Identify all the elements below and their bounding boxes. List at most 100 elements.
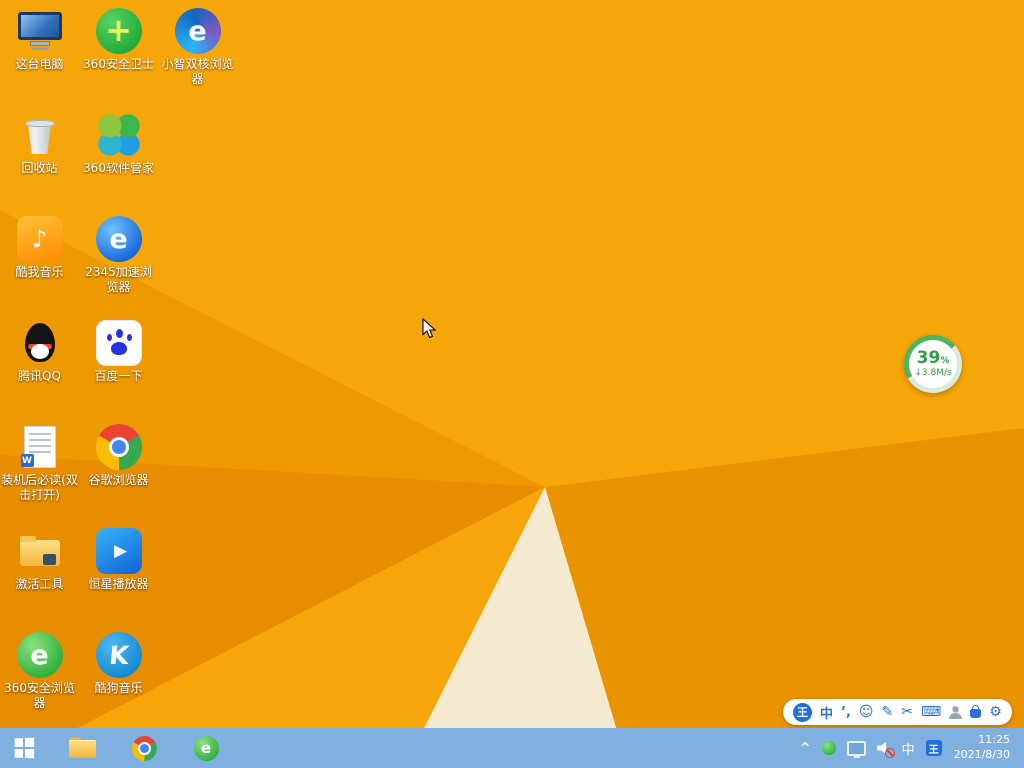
desktop-icon-recycle-bin[interactable]: 回收站 bbox=[0, 110, 79, 214]
desktop-icon-xiaozhi-browser[interactable]: e 小智双核浏览器 bbox=[158, 6, 237, 110]
taskbar-app-icon bbox=[68, 737, 96, 759]
desktop-root: 这台电脑 回收站 ♪ 酷我音乐 腾讯QQ W 装机后必读(双击打开) 激活工具 … bbox=[0, 0, 1024, 768]
desktop-icon-kuwo-music[interactable]: ♪ 酷我音乐 bbox=[0, 214, 79, 318]
ime-settings-icon[interactable]: ⚙ bbox=[989, 704, 1002, 720]
tray-hidden-icons-arrow[interactable]: ^ bbox=[800, 741, 811, 756]
desktop-icon-art bbox=[17, 112, 63, 158]
desktop-icon-glyph: ♪ bbox=[31, 225, 48, 253]
desktop-icon-art bbox=[17, 320, 63, 366]
desktop-icon-360-safeguard[interactable]: + 360安全卫士 bbox=[79, 6, 158, 110]
desktop-icon-label: 恒星播放器 bbox=[88, 577, 149, 591]
tray-display-icon[interactable] bbox=[846, 740, 866, 758]
desktop-icon-art bbox=[95, 112, 142, 158]
ime-punctuation[interactable]: ’, bbox=[841, 705, 851, 720]
tray-ime-chinese-mode[interactable]: 中 bbox=[902, 739, 915, 758]
tray-icon-glyph: ^ bbox=[799, 740, 811, 756]
tray-ime-logo[interactable]: 王 bbox=[925, 740, 942, 756]
desktop-icon-label: 360软件管家 bbox=[83, 161, 154, 175]
tray-icon-glyph: 中 bbox=[901, 742, 915, 758]
ime-user-icon[interactable] bbox=[949, 705, 963, 719]
start-button[interactable] bbox=[0, 728, 48, 768]
desktop-icon-glyph bbox=[96, 320, 142, 366]
ime-logo[interactable]: 王 bbox=[793, 702, 812, 722]
ime-mode-chinese[interactable]: 中 bbox=[820, 703, 833, 722]
desktop-icon-art: ▶ bbox=[95, 528, 142, 574]
ime-skin-icon[interactable] bbox=[970, 705, 982, 718]
desktop-icon-360-software-manager[interactable]: 360软件管家 bbox=[79, 110, 158, 214]
desktop-icon-setup-readme[interactable]: W 装机后必读(双击打开) bbox=[0, 422, 79, 526]
taskbar-tray-area: ^ 中 王 11:25 2021/8/30 bbox=[800, 733, 1024, 763]
desktop-icon-kugou-music[interactable]: K 酷狗音乐 bbox=[79, 630, 158, 734]
desktop-icon-glyph: ▶ bbox=[113, 541, 128, 561]
ime-item-glyph: ⚙ bbox=[989, 704, 1002, 720]
desktop-icon-art: e bbox=[95, 216, 142, 262]
desktop-icon-label: 酷狗音乐 bbox=[94, 681, 143, 695]
taskbar-app-glyph: e bbox=[200, 739, 212, 757]
mouse-cursor-icon bbox=[422, 318, 437, 339]
desktop-icon-art bbox=[17, 528, 63, 574]
taskbar-360-secure-browser[interactable]: e bbox=[186, 728, 226, 768]
desktop-icon-2345-browser[interactable]: e 2345加速浏览器 bbox=[79, 214, 158, 318]
desktop-icon-label: 百度一下 bbox=[94, 369, 143, 383]
desktop-icon-activation-tool[interactable]: 激活工具 bbox=[0, 526, 79, 630]
ime-item-glyph: ⌨ bbox=[920, 704, 942, 720]
taskbar-pinned-apps: e bbox=[62, 728, 226, 768]
desktop-icon-hengxing-player[interactable]: ▶ 恒星播放器 bbox=[79, 526, 158, 630]
desktop-icon-art bbox=[95, 320, 142, 366]
desktop-icon-glyph: e bbox=[109, 223, 128, 255]
desktop-icon-art: e bbox=[174, 8, 221, 54]
desktop-icon-glyph bbox=[42, 554, 56, 565]
desktop-icon-baidu-search[interactable]: 百度一下 bbox=[79, 318, 158, 422]
desktop-icon-glyph: e bbox=[30, 639, 49, 671]
ime-handwriting-icon[interactable]: ✎ bbox=[882, 704, 894, 720]
desktop-icon-glyph: + bbox=[105, 10, 132, 49]
desktop-icon-art bbox=[17, 8, 63, 54]
clock-time: 11:25 bbox=[978, 733, 1010, 747]
tray-360-icon[interactable] bbox=[821, 741, 836, 755]
progress-percent: 39% bbox=[917, 350, 950, 367]
desktop-icon-label: 酷我音乐 bbox=[15, 265, 64, 279]
taskbar: e ^ 中 王 11:25 2021/8/30 bbox=[0, 728, 1024, 768]
clock-date: 2021/8/30 bbox=[953, 748, 1010, 761]
desktop-icon-art bbox=[95, 424, 142, 470]
download-progress-ball[interactable]: 39% ↓3.8M/s bbox=[904, 335, 962, 393]
desktop-icon-glyph bbox=[27, 344, 52, 349]
desktop-icon-label: 腾讯QQ bbox=[18, 369, 61, 383]
desktop-icon-glyph: W bbox=[20, 454, 34, 467]
desktop-icon-label: 回收站 bbox=[21, 161, 58, 175]
desktop-icon-glyph: e bbox=[188, 15, 207, 47]
desktop-icon-google-chrome[interactable]: 谷歌浏览器 bbox=[79, 422, 158, 526]
desktop-icon-art: + bbox=[95, 8, 142, 54]
desktop-icon-glyph bbox=[96, 424, 142, 470]
desktop-icon-art: W bbox=[17, 424, 63, 470]
ime-item-glyph: ’, bbox=[841, 704, 851, 720]
progress-percent-value: 39 bbox=[916, 348, 941, 368]
progress-percent-sign: % bbox=[940, 356, 950, 366]
desktop-icon-glyph bbox=[17, 8, 63, 54]
taskbar-clock[interactable]: 11:25 2021/8/30 bbox=[954, 733, 1014, 763]
ime-item-glyph: 王 bbox=[797, 706, 808, 719]
desktop-icon-tencent-qq[interactable]: 腾讯QQ bbox=[0, 318, 79, 422]
desktop-icon-label: 小智双核浏览器 bbox=[161, 57, 234, 86]
ime-item-glyph: 中 bbox=[820, 706, 834, 722]
desktop-icon-label: 谷歌浏览器 bbox=[88, 473, 149, 487]
tray-volume-muted-icon[interactable] bbox=[877, 742, 895, 758]
ime-clipboard-icon[interactable]: ✂ bbox=[901, 704, 913, 720]
desktop-icon-label: 激活工具 bbox=[15, 577, 64, 591]
taskbar-google-chrome[interactable] bbox=[124, 728, 164, 768]
desktop-icon-this-pc[interactable]: 这台电脑 bbox=[0, 6, 79, 110]
desktop-icon-art: e bbox=[16, 632, 63, 678]
ime-item-glyph: ✎ bbox=[881, 704, 894, 720]
desktop-icon-label: 360安全浏览器 bbox=[4, 681, 75, 710]
desktop-icon-label: 360安全卫士 bbox=[83, 57, 154, 71]
taskbar-file-explorer[interactable] bbox=[62, 728, 102, 768]
tray-icon-glyph: 王 bbox=[928, 744, 939, 756]
taskbar-app-icon: e bbox=[193, 735, 219, 761]
desktop-icon-art: ♪ bbox=[16, 216, 63, 262]
download-speed-text: ↓3.8M/s bbox=[914, 368, 952, 378]
ime-emoji-icon[interactable]: ☺ bbox=[859, 704, 874, 720]
ime-toolbar[interactable]: 王 中 ’, ☺ ✎ ✂ ⌨ ⚙ bbox=[783, 699, 1012, 725]
desktop-icon-glyph: K bbox=[107, 640, 130, 670]
ime-keyboard-icon[interactable]: ⌨ bbox=[921, 704, 941, 720]
desktop-icon-360-secure-browser[interactable]: e 360安全浏览器 bbox=[0, 630, 79, 734]
